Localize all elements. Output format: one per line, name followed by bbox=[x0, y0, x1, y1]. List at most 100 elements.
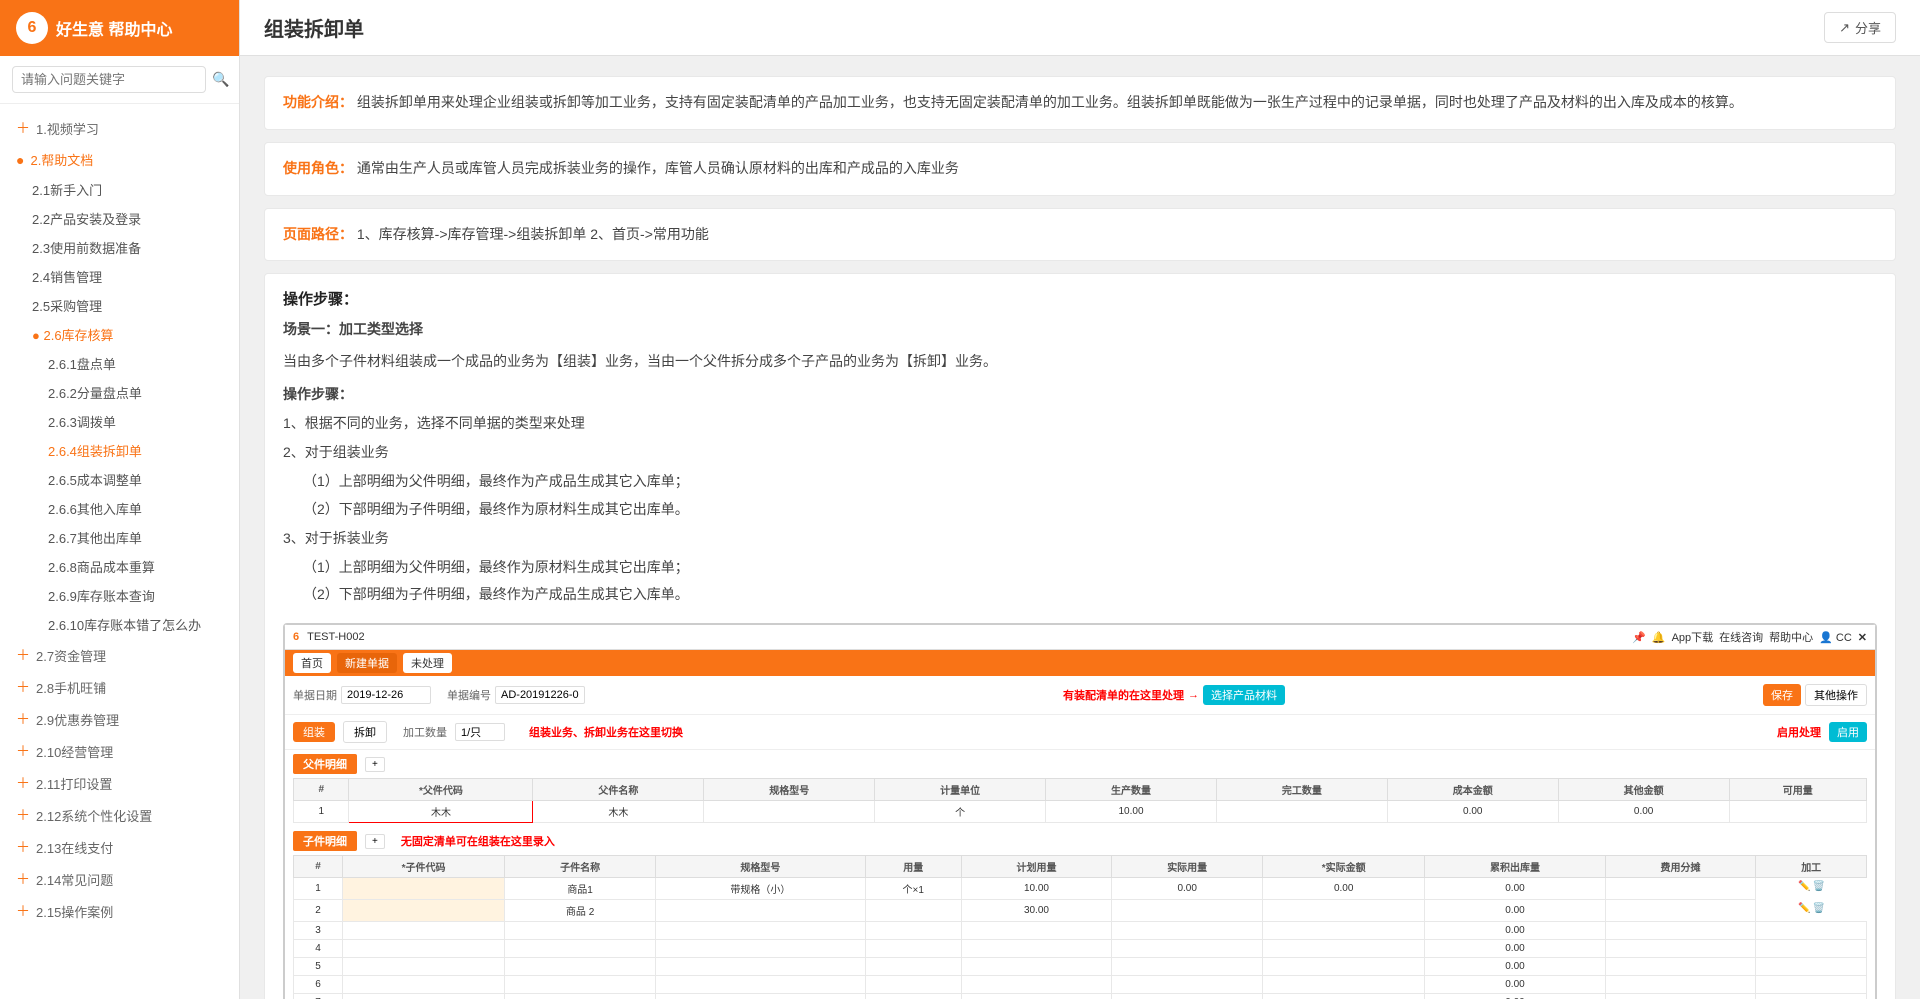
sidebar-item-video[interactable]: ＋ 1.视频学习 bbox=[0, 112, 239, 144]
sidebar-item-personalize[interactable]: ＋ 2.12系统个性化设置 bbox=[0, 799, 239, 831]
app-title: 好生意 帮助中心 bbox=[56, 16, 172, 40]
sidebar-item-docs[interactable]: ● 2.帮助文档 bbox=[0, 144, 239, 175]
lth-actual-amount: *实际金额 bbox=[1263, 856, 1425, 878]
mock-add-upper-btn[interactable]: + bbox=[365, 757, 385, 772]
role-block: 使用角色： 通常由生产人员或库管人员完成拆装业务的操作，库管人员确认原材料的出库… bbox=[264, 142, 1896, 196]
th-cost: 成本金额 bbox=[1387, 779, 1558, 801]
page-title: 组装拆卸单 bbox=[264, 13, 364, 42]
delete-icon[interactable]: 🗑️ bbox=[1812, 903, 1824, 914]
sidebar-item-adjust[interactable]: 2.6.3调拨单 bbox=[0, 407, 239, 436]
mock-text3: 帮助中心 bbox=[1769, 629, 1813, 645]
form-no-group: 单据编号 bbox=[447, 686, 585, 704]
td-5: 个×1 bbox=[865, 878, 961, 900]
mock-new-btn[interactable]: 新建单据 bbox=[337, 653, 397, 673]
mock-text1: App下载 bbox=[1672, 629, 1714, 645]
lower-table-row: 2 商品 2 30.00 0.00 bbox=[294, 900, 1867, 922]
sidebar-item-new-user[interactable]: 2.1新手入门 bbox=[0, 175, 239, 204]
sidebar-item-cost-calc[interactable]: 2.6.8商品成本重算 bbox=[0, 552, 239, 581]
mock-disassemble-tab[interactable]: 拆卸 bbox=[343, 721, 387, 743]
scenario1-desc: 当由多个子件材料组装成一个成品的业务为【组装】业务，当由一个父件拆分成多个子产品… bbox=[283, 349, 1877, 374]
share-button[interactable]: ↗ 分享 bbox=[1824, 12, 1896, 43]
form-date-input[interactable] bbox=[341, 686, 431, 704]
sidebar-item-sales[interactable]: 2.4销售管理 bbox=[0, 262, 239, 291]
td-prod-qty: 10.00 bbox=[1046, 801, 1217, 823]
sidebar-item-account-error[interactable]: 2.6.10库存账本错了怎么办 bbox=[0, 610, 239, 639]
plus-icon: ＋ bbox=[16, 805, 30, 825]
td-3: 商品1 bbox=[505, 878, 656, 900]
sidebar-item-cases[interactable]: ＋ 2.15操作案例 bbox=[0, 895, 239, 927]
delete-icon[interactable]: 🗑️ bbox=[1812, 881, 1824, 892]
mock-right-actions: 启用处理 启用 bbox=[1777, 722, 1867, 742]
mock-choose-btn[interactable]: 选择产品材料 bbox=[1203, 685, 1285, 705]
sidebar-item-other-out[interactable]: 2.6.7其他出库单 bbox=[0, 523, 239, 552]
annotation1-area: 有装配清单的在这里处理 → 选择产品材料 bbox=[601, 685, 1747, 705]
sidebar-header: 6 好生意 帮助中心 bbox=[0, 0, 239, 56]
sidebar-item-inventory[interactable]: ● 2.6库存核算 bbox=[0, 320, 239, 349]
lower-table-row: 4 0.00 bbox=[294, 940, 1867, 958]
nav-label: 2.13在线支付 bbox=[36, 838, 113, 857]
sidebar-item-assembly[interactable]: 2.6.4组装拆卸单 bbox=[0, 436, 239, 465]
mock-logo: 6 bbox=[293, 631, 299, 643]
table-header-row: # *父件代码 父件名称 规格型号 计量单位 生产数量 完工数量 成本金额 其他… bbox=[294, 779, 1867, 801]
annotation1-text: 有装配清单的在这里处理 bbox=[1063, 687, 1184, 703]
sidebar-item-stocktake[interactable]: 2.6.1盘点单 bbox=[0, 349, 239, 378]
search-icon[interactable]: 🔍 bbox=[212, 71, 229, 88]
mock-enable-btn[interactable]: 启用 bbox=[1829, 722, 1867, 742]
form-no-input[interactable] bbox=[495, 686, 585, 704]
upper-table: # *父件代码 父件名称 规格型号 计量单位 生产数量 完工数量 成本金额 其他… bbox=[293, 778, 1867, 823]
mock-cancel-btn[interactable]: 其他操作 bbox=[1805, 684, 1867, 706]
annotation4-text: 启用处理 bbox=[1777, 724, 1821, 740]
mock-form-area: 单据日期 单据编号 有装配清单的在这里处理 → 选择产品材料 bbox=[285, 676, 1875, 715]
mock-close: ✕ bbox=[1858, 631, 1867, 644]
sidebar-item-purchase[interactable]: 2.5采购管理 bbox=[0, 291, 239, 320]
mock-tab1[interactable]: 未处理 bbox=[403, 653, 452, 673]
sidebar-item-online-pay[interactable]: ＋ 2.13在线支付 bbox=[0, 831, 239, 863]
mock-subtabs: 组装 拆卸 加工数量 组装业务、拆卸业务在这里切换 启用处理 启用 bbox=[285, 715, 1875, 750]
mock-add-lower-btn[interactable]: + bbox=[365, 834, 385, 849]
sidebar-item-print[interactable]: ＋ 2.11打印设置 bbox=[0, 767, 239, 799]
th-code: *父件代码 bbox=[349, 779, 533, 801]
sidebar-item-mobile[interactable]: ＋ 2.8手机旺铺 bbox=[0, 671, 239, 703]
sidebar-item-partial-stock[interactable]: 2.6.2分量盘点单 bbox=[0, 378, 239, 407]
plus-icon: ＋ bbox=[16, 901, 30, 921]
sidebar-item-coupon[interactable]: ＋ 2.9优惠券管理 bbox=[0, 703, 239, 735]
lower-table: # *子件代码 子件名称 规格型号 用量 计划用量 实际用量 *实际金额 累积出… bbox=[293, 855, 1867, 999]
sidebar-item-stock-query[interactable]: 2.6.9库存账本查询 bbox=[0, 581, 239, 610]
search-input[interactable] bbox=[12, 66, 206, 93]
sidebar-item-install[interactable]: 2.2产品安装及登录 bbox=[0, 204, 239, 233]
sidebar-item-ops[interactable]: ＋ 2.10经营管理 bbox=[0, 735, 239, 767]
steps-title2: 操作步骤： bbox=[283, 382, 1877, 407]
th-name: 父件名称 bbox=[533, 779, 704, 801]
mock-home-btn[interactable]: 首页 bbox=[293, 653, 331, 673]
edit-icon[interactable]: ✏️ bbox=[1798, 881, 1810, 892]
sidebar-item-finance[interactable]: ＋ 2.7资金管理 bbox=[0, 639, 239, 671]
scenario1-title: 场景一：加工类型选择 bbox=[283, 317, 1877, 342]
mock-icon2: 🔔 bbox=[1652, 631, 1666, 644]
sidebar-item-other-in[interactable]: 2.6.6其他入库单 bbox=[0, 494, 239, 523]
th-prod-qty: 生产数量 bbox=[1046, 779, 1217, 801]
arrow-right: → bbox=[1188, 689, 1199, 701]
lth-spec: 规格型号 bbox=[655, 856, 865, 878]
share-label: 分享 bbox=[1855, 18, 1881, 37]
lth-process: 加工 bbox=[1756, 856, 1867, 878]
step2-sub1: （1）上部明细为父件明细，最终作为产成品生成其它入库单； bbox=[303, 469, 1877, 494]
sidebar-item-faq[interactable]: ＋ 2.14常见问题 bbox=[0, 863, 239, 895]
mock-title-text: TEST-H002 bbox=[307, 631, 364, 643]
mock-text2: 在线咨询 bbox=[1719, 629, 1763, 645]
td-8: 0.00 bbox=[1263, 878, 1425, 900]
mock-save-btn[interactable]: 保存 bbox=[1763, 684, 1801, 706]
td-num: 1 bbox=[294, 801, 349, 823]
td-2 bbox=[342, 878, 504, 900]
td-unit: 个 bbox=[875, 801, 1046, 823]
nav-sub-item-label: 2.6.5成本调整单 bbox=[48, 473, 142, 488]
sidebar-item-cost-adjust[interactable]: 2.6.5成本调整单 bbox=[0, 465, 239, 494]
sidebar-item-data-prep[interactable]: 2.3使用前数据准备 bbox=[0, 233, 239, 262]
edit-icon[interactable]: ✏️ bbox=[1798, 903, 1810, 914]
nav-sub-item-label: 2.6.2分量盘点单 bbox=[48, 386, 142, 401]
mock-qty-input[interactable] bbox=[455, 723, 505, 741]
step2: 2、对于组装业务 bbox=[283, 440, 1877, 465]
lth-cumul-out: 累积出库量 bbox=[1425, 856, 1605, 878]
mock-assemble-tab[interactable]: 组装 bbox=[293, 722, 335, 742]
lower-table-row: 6 0.00 bbox=[294, 976, 1867, 994]
mock-icon1: 📌 bbox=[1632, 631, 1646, 644]
